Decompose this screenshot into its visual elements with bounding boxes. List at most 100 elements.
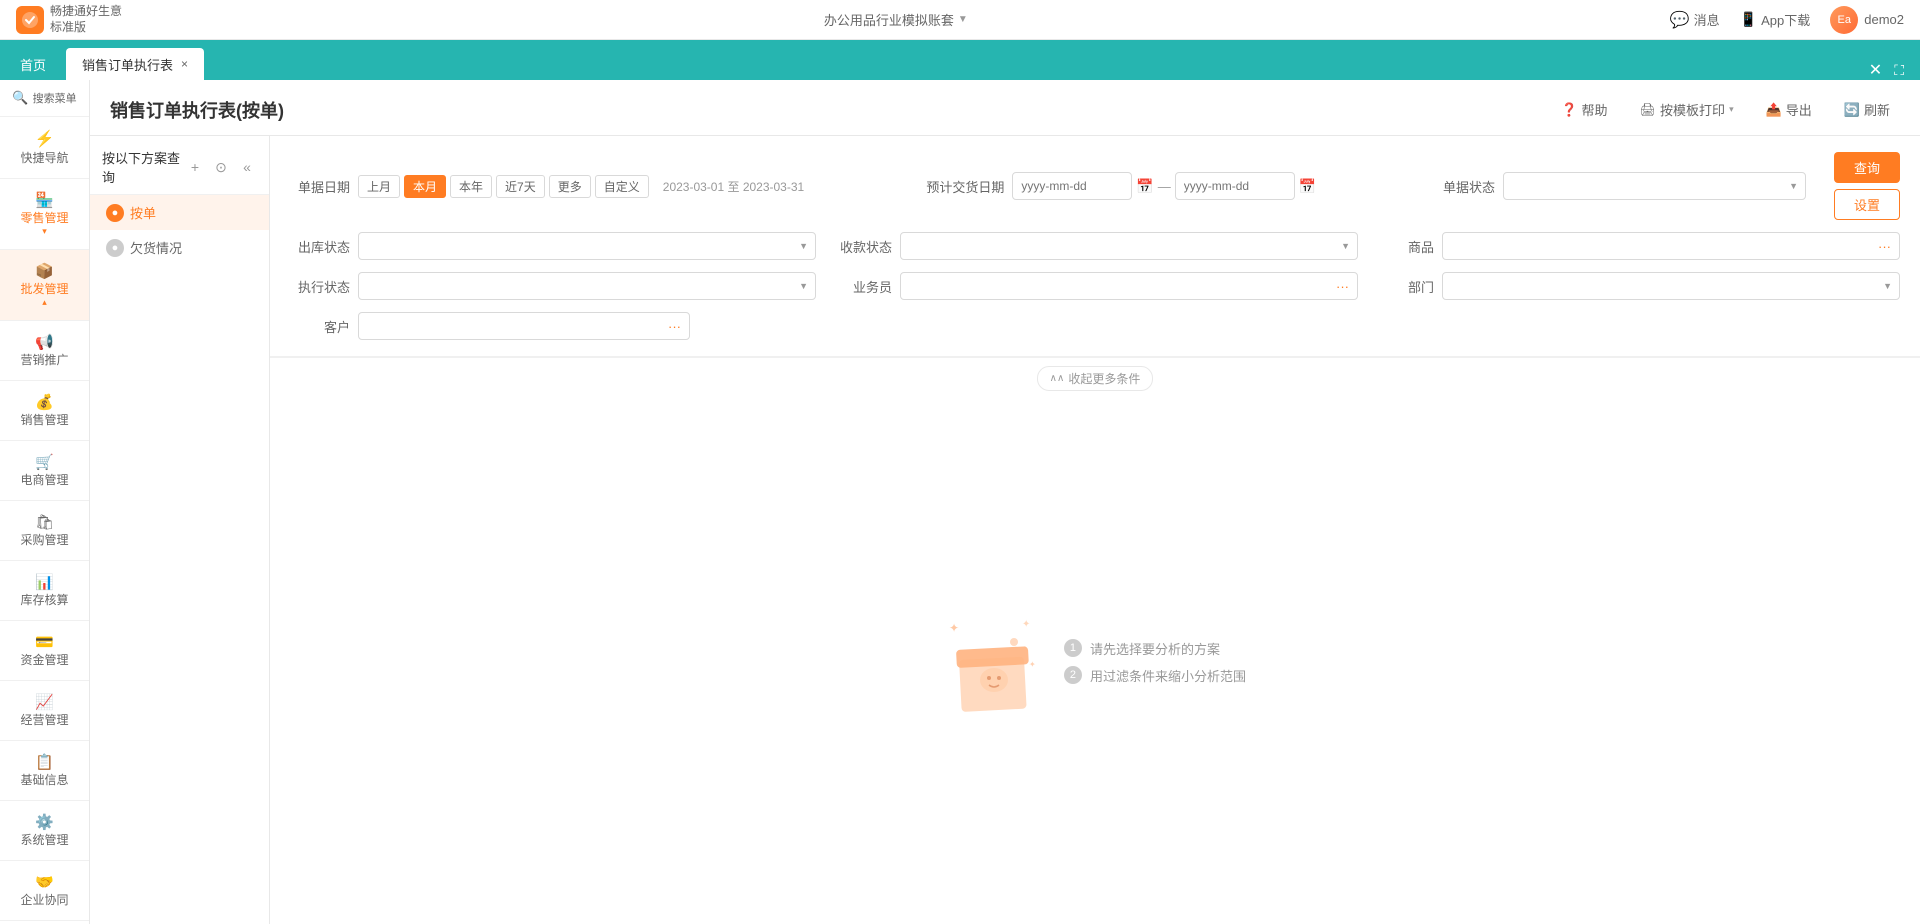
empty-tip-1: 1 请先选择要分析的方案	[1064, 639, 1246, 658]
delivery-date-to[interactable]	[1175, 172, 1295, 200]
sidebar-item-search[interactable]: 🔍 搜索菜单	[0, 80, 89, 117]
preset-this-month[interactable]: 本月	[404, 175, 446, 198]
execution-status-select[interactable]	[358, 272, 816, 300]
nav-arrow-icon[interactable]: ▼	[958, 14, 968, 25]
sidebar-item-quick-nav[interactable]: ⚡ 快捷导航	[0, 117, 89, 179]
collection-status-label: 收款状态	[832, 237, 892, 256]
goods-ellipsis-icon[interactable]: ···	[1878, 239, 1891, 254]
tab-active-label: 销售订单执行表	[82, 55, 173, 74]
department-select-wrapper	[1442, 272, 1900, 300]
tab-active[interactable]: 销售订单执行表 ×	[66, 48, 204, 80]
sidebar-item-wholesale[interactable]: 📦 批发管理 ▴	[0, 250, 89, 321]
print-chevron-icon: ▾	[1729, 104, 1734, 115]
page-title: 销售订单执行表(按单)	[110, 97, 284, 123]
salesperson-input-wrapper[interactable]: ···	[900, 272, 1358, 300]
settings-scheme-button[interactable]: ⊙	[211, 157, 231, 177]
department-select[interactable]	[1442, 272, 1900, 300]
filter-row-3: 执行状态 业务员 ··· 部门	[290, 272, 1900, 300]
collapse-more-btn[interactable]: ∧∧ 收起更多条件	[1037, 366, 1154, 391]
preset-last-month[interactable]: 上月	[358, 175, 400, 198]
salesperson-ellipsis-icon[interactable]: ···	[1336, 279, 1349, 294]
empty-tip-2: 2 用过滤条件来缩小分析范围	[1064, 666, 1246, 685]
chevron-down-icon: ▾	[42, 226, 47, 237]
sidebar-item-purchase[interactable]: 🛍 采购管理	[0, 501, 89, 561]
search-button[interactable]: 查询	[1834, 152, 1900, 183]
header-center[interactable]: 办公用品行业模拟账套 ▼	[824, 10, 968, 29]
empty-text: 1 请先选择要分析的方案 2 用过滤条件来缩小分析范围	[1064, 639, 1246, 685]
collapse-panel-button[interactable]: «	[237, 157, 257, 177]
help-icon: ❓	[1561, 102, 1577, 118]
right-content: 单据日期 上月 本月 本年 近7天 更多 自定义 20	[270, 136, 1920, 924]
order-scheme-icon: ●	[106, 204, 124, 222]
tab-home[interactable]: 首页	[4, 48, 62, 80]
sidebar-item-inventory[interactable]: 📊 库存核算	[0, 561, 89, 621]
single-status-select-wrapper	[1503, 172, 1806, 200]
main-layout: 🔍 搜索菜单 ⚡ 快捷导航 🏪 零售管理 ▾ 📦 批发管理 ▴ 📢 营销推广 💰…	[0, 80, 1920, 924]
export-button[interactable]: 📤 导出	[1756, 96, 1822, 123]
operation-icon: 📈	[35, 693, 54, 711]
sales-icon: 💰	[35, 393, 54, 411]
search-icon: 🔍	[12, 90, 28, 106]
filter-field-goods: 商品 ···	[1374, 232, 1900, 260]
preset-last-7-days[interactable]: 近7天	[496, 175, 545, 198]
app-download-action[interactable]: 📱 App下载	[1740, 10, 1811, 29]
filter-rows: 单据日期 上月 本月 本年 近7天 更多 自定义 20	[270, 136, 1920, 357]
delivery-status-select-wrapper	[358, 232, 816, 260]
single-status-select[interactable]	[1503, 172, 1806, 200]
goods-input-wrapper[interactable]: ···	[1442, 232, 1900, 260]
user-area[interactable]: Ea demo2	[1830, 6, 1904, 34]
sidebar-purchase-label: 采购管理	[20, 531, 68, 548]
quick-nav-icon: ⚡	[35, 129, 55, 149]
user-avatar: Ea	[1830, 6, 1858, 34]
sidebar-item-system[interactable]: ⚙️ 系统管理	[0, 801, 89, 861]
delivery-status-label: 出库状态	[290, 237, 350, 256]
preset-this-year[interactable]: 本年	[450, 175, 492, 198]
sidebar-cooperation-label: 企业协同	[20, 891, 68, 908]
delivery-date-from[interactable]	[1012, 172, 1132, 200]
settings-button[interactable]: 设置	[1834, 189, 1900, 220]
logo-area[interactable]: 畅捷通好生意 标准版	[16, 4, 122, 35]
window-close-icon[interactable]: ✕	[1869, 60, 1882, 80]
collection-status-select[interactable]	[900, 232, 1358, 260]
sidebar-item-cooperation[interactable]: 🤝 企业协同	[0, 861, 89, 921]
customer-label: 客户	[290, 317, 350, 336]
purchase-icon: 🛍	[35, 513, 54, 531]
left-panel-actions: + ⊙ «	[185, 157, 257, 177]
filter-field-single-status: 单据状态	[1435, 172, 1806, 200]
sidebar-quick-nav-label: 快捷导航	[20, 149, 68, 166]
sidebar-item-finance[interactable]: 💳 资金管理	[0, 621, 89, 681]
customer-input-wrapper[interactable]: ···	[358, 312, 690, 340]
left-panel-item-order[interactable]: ● 按单	[90, 195, 269, 230]
left-panel-item-debt[interactable]: ● 欠货情况	[90, 230, 269, 265]
calendar-from-icon[interactable]: 📅	[1136, 178, 1153, 195]
message-icon: 💬	[1670, 10, 1690, 30]
order-scheme-label: 按单	[130, 203, 156, 222]
preset-more[interactable]: 更多	[549, 175, 591, 198]
sidebar-item-basic[interactable]: 📋 基础信息	[0, 741, 89, 801]
print-button[interactable]: 🖨 按模板打印 ▾	[1630, 96, 1744, 123]
execution-status-label: 执行状态	[290, 277, 350, 296]
calendar-to-icon[interactable]: 📅	[1299, 178, 1316, 195]
page-header: 销售订单执行表(按单) ❓ 帮助 🖨 按模板打印 ▾ 📤 导出	[90, 80, 1920, 136]
window-maximize-icon[interactable]: ⛶	[1894, 62, 1904, 79]
refresh-button[interactable]: 🔄 刷新	[1834, 96, 1900, 123]
add-scheme-button[interactable]: +	[185, 157, 205, 177]
sidebar-item-operation[interactable]: 📈 经营管理	[0, 681, 89, 741]
delivery-status-select[interactable]	[358, 232, 816, 260]
cooperation-icon: 🤝	[35, 873, 54, 891]
single-status-label: 单据状态	[1435, 177, 1495, 196]
main-content: 按以下方案查询 + ⊙ « ● 按单 ● 欠货情况	[90, 136, 1920, 924]
sidebar-item-ecommerce[interactable]: 🛒 电商管理	[0, 441, 89, 501]
tab-close-icon[interactable]: ×	[181, 57, 188, 71]
help-button[interactable]: ❓ 帮助	[1551, 96, 1617, 123]
sidebar-item-sales[interactable]: 💰 销售管理	[0, 381, 89, 441]
empty-state: ✦ ✦ ✦	[270, 399, 1920, 924]
customer-ellipsis-icon[interactable]: ···	[668, 319, 681, 334]
sidebar: 🔍 搜索菜单 ⚡ 快捷导航 🏪 零售管理 ▾ 📦 批发管理 ▴ 📢 营销推广 💰…	[0, 80, 90, 924]
message-action[interactable]: 💬 消息	[1670, 10, 1720, 30]
page-title-row: 销售订单执行表(按单) ❓ 帮助 🖨 按模板打印 ▾ 📤 导出	[110, 96, 1900, 123]
preset-custom[interactable]: 自定义	[595, 175, 649, 198]
filter-row-4: 客户 ···	[290, 312, 1900, 340]
sidebar-item-marketing[interactable]: 📢 营销推广	[0, 321, 89, 381]
sidebar-item-retail[interactable]: 🏪 零售管理 ▾	[0, 179, 89, 250]
